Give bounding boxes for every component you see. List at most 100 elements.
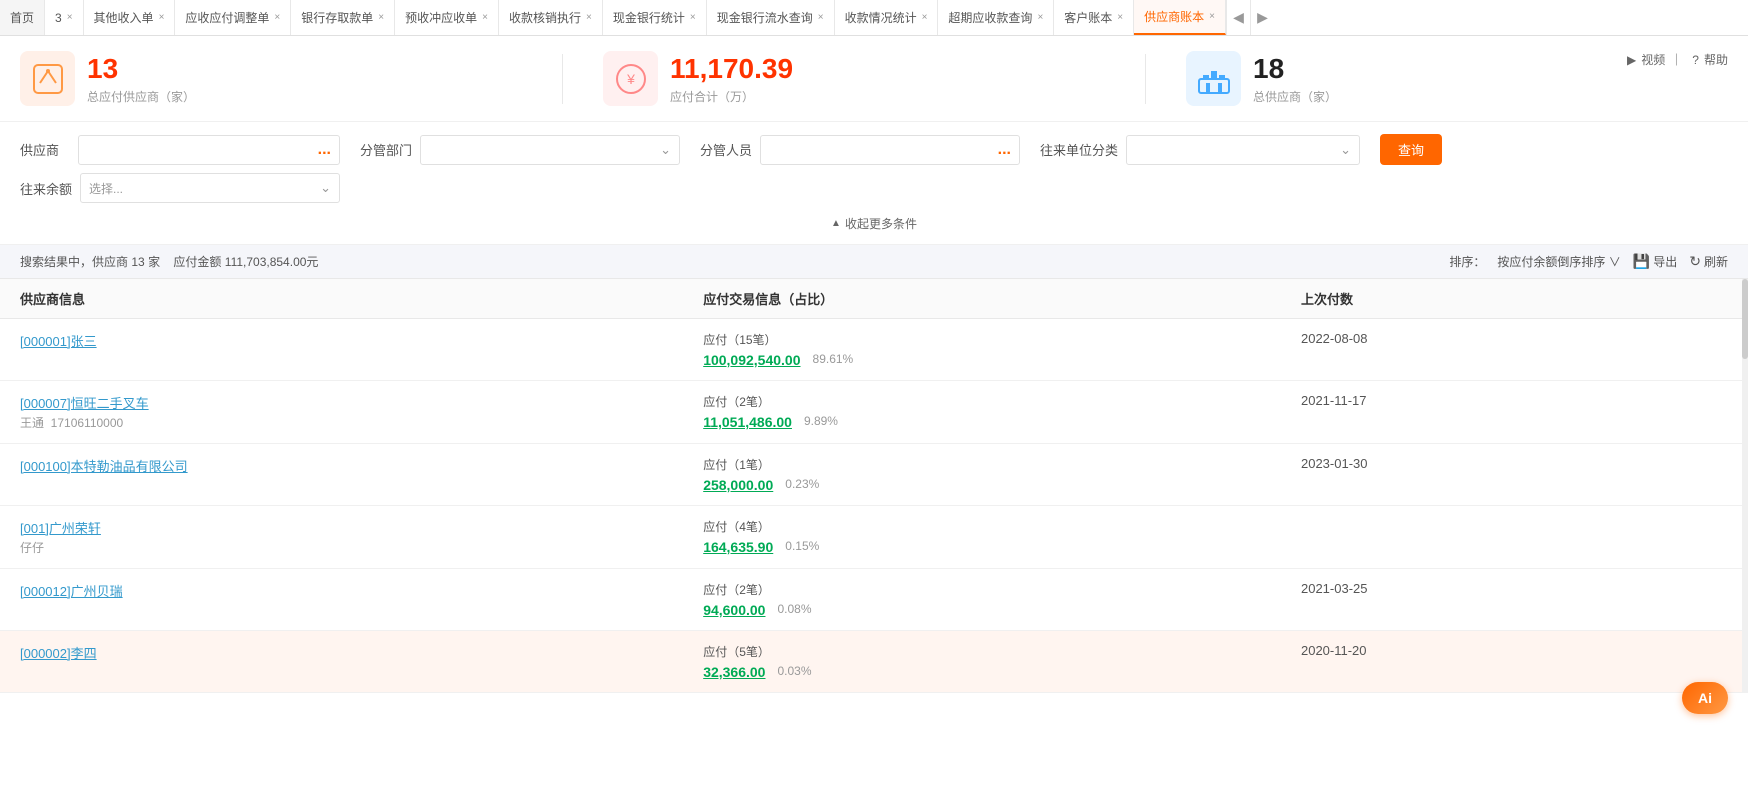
sort-arrow-icon: ∨ — [1609, 255, 1621, 269]
results-bar: 搜索结果中，供应商 13 家 应付金额 111,703,854.00元 排序： … — [0, 245, 1748, 279]
header-links: ▶ 视频 ｜ ? 帮助 — [1622, 51, 1728, 68]
refresh-button[interactable]: ↻ 刷新 — [1689, 253, 1728, 270]
tx-percent-1: 9.89% — [804, 414, 838, 428]
nav-tab-supplier-ledger[interactable]: 供应商账本 × — [1134, 0, 1226, 35]
category-filter-label: 往来单位分类 — [1040, 140, 1118, 159]
table-row: [000001]张三 应付（15笔） 100,092,540.00 89.61%… — [0, 319, 1748, 381]
transaction-info-4: 应付（2笔） 94,600.00 0.08% — [703, 581, 1301, 618]
sort-select[interactable]: 按应付余额倒序排序 ∨ — [1497, 253, 1620, 270]
category-arrow-icon: ⌄ — [1340, 142, 1351, 158]
tx-amount-4[interactable]: 94,600.00 — [703, 602, 765, 618]
supplier-info-5: [000002]李四 — [20, 643, 703, 662]
nav-tab-collection-verify-label: 收款核销执行 — [509, 9, 581, 26]
lastpay-0: 2022-08-08 — [1301, 331, 1728, 346]
tx-amount-1[interactable]: 11,051,486.00 — [703, 414, 792, 430]
close-tab-collection-verify-icon[interactable]: × — [586, 12, 592, 23]
close-tab-customer-ledger-icon[interactable]: × — [1117, 12, 1123, 23]
results-info-prefix: 搜索结果中，供应商 — [20, 255, 128, 269]
table-row: [000007]恒旺二手叉车 王通 17106110000 应付（2笔） 11,… — [0, 381, 1748, 444]
close-tab-3-icon[interactable]: × — [67, 12, 73, 23]
results-info-mid: 家 — [148, 255, 160, 269]
supplier-filter-input[interactable]: ... — [78, 135, 340, 165]
nav-tab-overdue-receivable[interactable]: 超期应收款查询 × — [938, 0, 1054, 35]
tx-amount-2[interactable]: 258,000.00 — [703, 477, 773, 493]
nav-tab-customer-ledger[interactable]: 客户账本 × — [1054, 0, 1134, 35]
nav-scroll-left-icon[interactable]: ◀ — [1226, 0, 1250, 35]
close-tab-advance-receivable-icon[interactable]: × — [482, 12, 488, 23]
nav-tab-other-income[interactable]: 其他收入单 × — [84, 0, 176, 35]
payable-suppliers-icon — [20, 51, 75, 106]
nav-scroll-right-icon[interactable]: ▶ — [1250, 0, 1274, 35]
nav-tab-cash-flow[interactable]: 现金银行流水查询 × — [707, 0, 835, 35]
video-link[interactable]: 视频 — [1641, 51, 1665, 68]
lastpay-date-2: 2023-01-30 — [1301, 454, 1368, 471]
tx-row-4: 94,600.00 0.08% — [703, 600, 1301, 618]
export-button[interactable]: 💾 导出 — [1633, 253, 1677, 270]
supplier-link-2[interactable]: [000100]本特勒油品有限公司 — [20, 459, 188, 474]
results-info: 搜索结果中，供应商 13 家 应付金额 111,703,854.00元 — [20, 253, 318, 270]
total-suppliers-label: 总供应商（家） — [1253, 88, 1337, 105]
scrollbar-track[interactable] — [1742, 279, 1748, 693]
collapse-button[interactable]: ▲ 收起更多条件 — [20, 211, 1728, 236]
supplier-contact-3: 仔仔 — [20, 539, 703, 556]
close-tab-cash-bank-stat-icon[interactable]: × — [690, 12, 696, 23]
results-amount-value: 111,703,854.00元 — [225, 255, 319, 269]
results-actions: 排序： 按应付余额倒序排序 ∨ 💾 导出 ↻ 刷新 — [1449, 253, 1728, 270]
tx-label-3: 应付（4笔） — [703, 518, 1301, 535]
nav-tab-cash-bank-stat-label: 现金银行统计 — [613, 9, 685, 26]
nav-tab-3[interactable]: 3 × — [45, 0, 84, 35]
payable-suppliers-count: 13 — [87, 52, 195, 86]
tx-percent-0: 89.61% — [813, 352, 854, 366]
tx-percent-2: 0.23% — [785, 477, 819, 491]
help-link[interactable]: 帮助 — [1704, 51, 1728, 68]
close-tab-overdue-receivable-icon[interactable]: × — [1037, 12, 1043, 23]
department-filter-input[interactable]: ⌄ — [420, 135, 680, 165]
nav-tab-adjustment[interactable]: 应收应付调整单 × — [175, 0, 291, 35]
supplier-dots-icon[interactable]: ... — [318, 141, 331, 159]
supplier-link-3[interactable]: [001]广州荣轩 — [20, 521, 101, 536]
tx-amount-0[interactable]: 100,092,540.00 — [703, 352, 800, 368]
supplier-info-2: [000100]本特勒油品有限公司 — [20, 456, 703, 475]
close-tab-bank-deposit-icon[interactable]: × — [378, 12, 384, 23]
balance-filter-input[interactable]: 选择... ⌄ — [80, 173, 340, 203]
query-button[interactable]: 查询 — [1380, 134, 1442, 165]
table-row: [000012]广州贝瑞 应付（2笔） 94,600.00 0.08% 2021… — [0, 569, 1748, 631]
table-header: 供应商信息 应付交易信息（占比） 上次付数 — [0, 279, 1748, 319]
tx-amount-5[interactable]: 32,366.00 — [703, 664, 765, 680]
person-filter-input[interactable]: ... — [760, 135, 1020, 165]
nav-tab-collection-stat[interactable]: 收款情况统计 × — [835, 0, 939, 35]
nav-tab-cash-flow-label: 现金银行流水查询 — [717, 9, 813, 26]
filter-section: 供应商 ... 分管部门 ⌄ 分管人员 ... 往来单位 — [0, 122, 1748, 245]
supplier-link-4[interactable]: [000012]广州贝瑞 — [20, 584, 123, 599]
tx-amount-3[interactable]: 164,635.90 — [703, 539, 773, 555]
close-tab-cash-flow-icon[interactable]: × — [818, 12, 824, 23]
close-tab-adjustment-icon[interactable]: × — [274, 12, 280, 23]
stat-payable-amount: ¥ 11,170.39 应付合计（万） — [603, 51, 1105, 106]
close-tab-collection-stat-icon[interactable]: × — [922, 12, 928, 23]
top-navigation: 首页 3 × 其他收入单 × 应收应付调整单 × 银行存取款单 × 预收冲应收单… — [0, 0, 1748, 36]
nav-tab-home[interactable]: 首页 — [0, 0, 45, 35]
supplier-info-4: [000012]广州贝瑞 — [20, 581, 703, 600]
nav-tab-advance-receivable[interactable]: 预收冲应收单 × — [395, 0, 499, 35]
supplier-link-0[interactable]: [000001]张三 — [20, 334, 97, 349]
scrollbar-thumb[interactable] — [1742, 279, 1748, 359]
nav-tab-customer-ledger-label: 客户账本 — [1064, 9, 1112, 26]
close-tab-supplier-ledger-icon[interactable]: × — [1209, 11, 1215, 22]
nav-tab-cash-bank-stat[interactable]: 现金银行统计 × — [603, 0, 707, 35]
ai-button[interactable]: Ai — [1682, 682, 1728, 714]
nav-tab-collection-verify[interactable]: 收款核销执行 × — [499, 0, 603, 35]
transaction-info-3: 应付（4笔） 164,635.90 0.15% — [703, 518, 1301, 555]
person-dots-icon[interactable]: ... — [998, 141, 1011, 159]
supplier-filter-label: 供应商 — [20, 140, 70, 159]
nav-tab-bank-deposit-label: 银行存取款单 — [301, 9, 373, 26]
stat-total-suppliers: 18 总供应商（家） — [1186, 51, 1688, 106]
nav-tab-bank-deposit[interactable]: 银行存取款单 × — [291, 0, 395, 35]
supplier-link-1[interactable]: [000007]恒旺二手叉车 — [20, 396, 149, 411]
category-filter-input[interactable]: ⌄ — [1126, 135, 1360, 165]
supplier-link-5[interactable]: [000002]李四 — [20, 646, 97, 661]
filter-row-2: 往来余额 选择... ⌄ — [20, 173, 1728, 203]
nav-tab-collection-stat-label: 收款情况统计 — [845, 9, 917, 26]
col-header-lastpay: 上次付数 — [1301, 289, 1728, 308]
close-tab-other-income-icon[interactable]: × — [159, 12, 165, 23]
nav-tab-advance-receivable-label: 预收冲应收单 — [405, 9, 477, 26]
